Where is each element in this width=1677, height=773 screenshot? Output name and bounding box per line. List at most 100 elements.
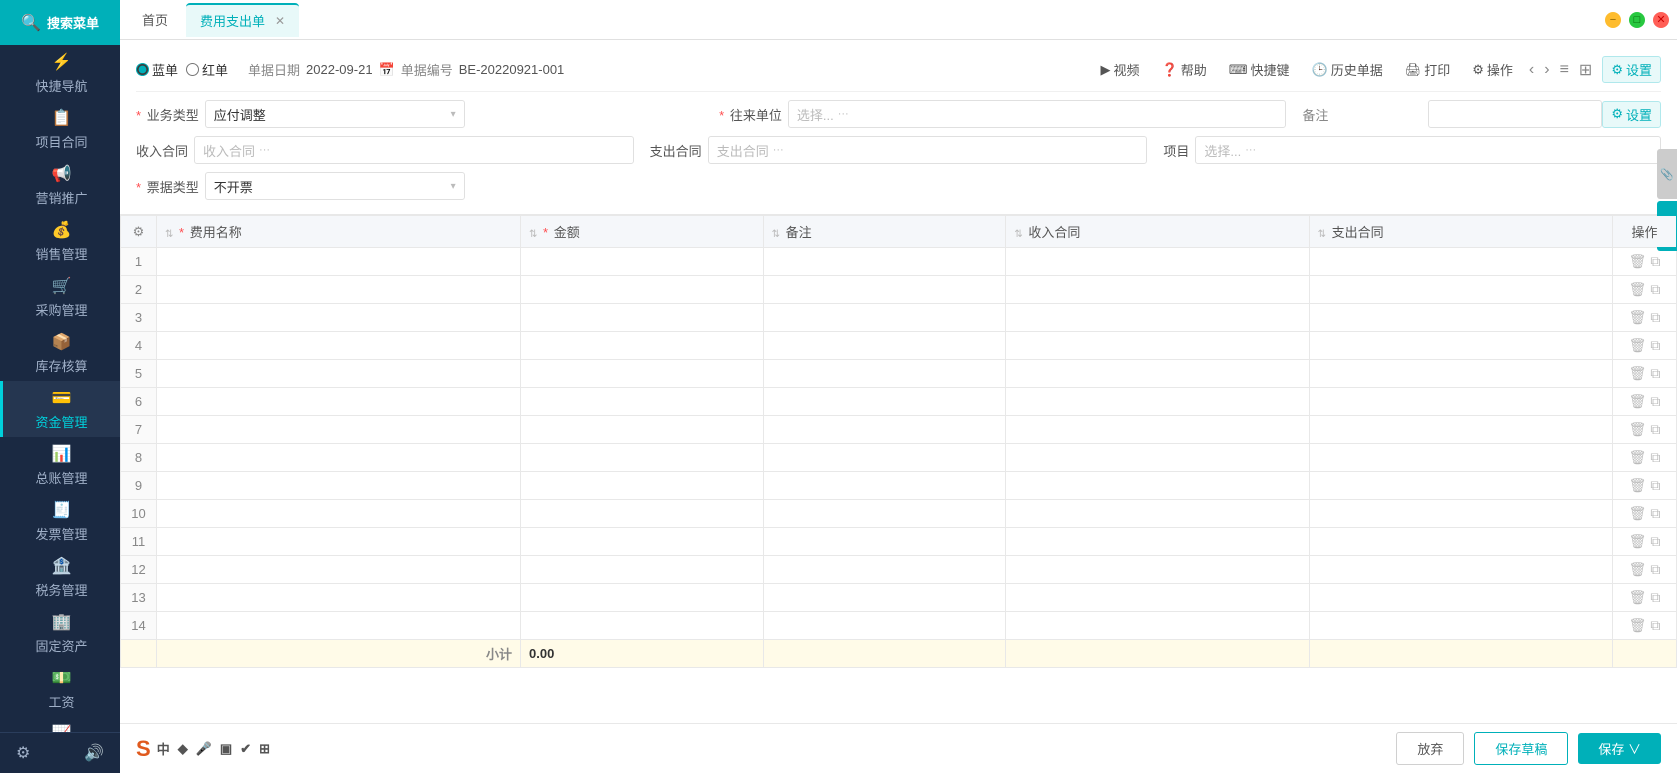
amount-column-header[interactable]: ⇅ * 金额 (521, 216, 764, 248)
delete-icon[interactable]: 🗑 (1629, 393, 1647, 410)
amount-cell[interactable] (521, 444, 764, 472)
copy-icon[interactable]: ⧉ (1650, 533, 1660, 550)
expense-name-cell[interactable] (157, 500, 521, 528)
remark-cell[interactable] (763, 416, 1006, 444)
sidebar-item-sales[interactable]: 💰 销售管理 (0, 213, 120, 269)
mic-icon[interactable]: 🎤 (196, 741, 212, 757)
income-contract-cell[interactable] (1006, 360, 1309, 388)
gear-icon[interactable]: ⚙ (133, 224, 145, 239)
remark-cell[interactable] (763, 444, 1006, 472)
income-contract-cell[interactable] (1006, 304, 1309, 332)
operation-button[interactable]: ⚙ 操作 (1466, 57, 1519, 82)
income-contract-cell[interactable] (1006, 248, 1309, 276)
history-button[interactable]: 🕒 历史单据 (1306, 57, 1389, 82)
remark-column-header[interactable]: ⇅ 备注 (763, 216, 1006, 248)
copy-icon[interactable]: ⧉ (1650, 589, 1660, 606)
expense-contract-cell[interactable] (1309, 444, 1612, 472)
diamond-icon[interactable]: ◆ (178, 741, 188, 757)
expense-contract-cell[interactable] (1309, 416, 1612, 444)
expense-name-cell[interactable] (157, 360, 521, 388)
amount-cell[interactable] (521, 388, 764, 416)
expense-contract-cell[interactable] (1309, 304, 1612, 332)
name-column-header[interactable]: ⇅ * 费用名称 (157, 216, 521, 248)
remark-cell[interactable] (763, 360, 1006, 388)
gear-column-header[interactable]: ⚙ (121, 216, 157, 248)
minimize-button[interactable]: − (1605, 12, 1621, 28)
copy-icon[interactable]: ⧉ (1650, 561, 1660, 578)
amount-cell[interactable] (521, 276, 764, 304)
counterpart-input[interactable]: 选择... ··· (788, 100, 1286, 128)
remark-cell[interactable] (763, 612, 1006, 640)
nav-next-button[interactable]: › (1544, 61, 1549, 79)
delete-icon[interactable]: 🗑 (1629, 281, 1647, 298)
delete-icon[interactable]: 🗑 (1629, 505, 1647, 522)
calendar-icon[interactable]: 📅 (379, 62, 395, 78)
copy-icon[interactable]: ⧉ (1650, 309, 1660, 326)
invoice-type-select[interactable]: 不开票 ▾ (205, 172, 465, 200)
expense-name-cell[interactable] (157, 528, 521, 556)
sidebar-item-project-contract[interactable]: 📋 项目合同 (0, 101, 120, 157)
expense-contract-cell[interactable] (1309, 332, 1612, 360)
sidebar-item-invoice[interactable]: 🧾 发票管理 (0, 493, 120, 549)
sidebar-item-tax[interactable]: 🏦 税务管理 (0, 549, 120, 605)
copy-icon[interactable]: ⧉ (1650, 337, 1660, 354)
shortcut-button[interactable]: ⌨ 快捷键 (1223, 57, 1296, 82)
income-contract-cell[interactable] (1006, 444, 1309, 472)
amount-cell[interactable] (521, 332, 764, 360)
expense-name-cell[interactable] (157, 444, 521, 472)
income-contract-cell[interactable] (1006, 416, 1309, 444)
float-attach-button[interactable]: 📎 (1657, 149, 1677, 199)
delete-icon[interactable]: 🗑 (1629, 533, 1647, 550)
income-contract-cell[interactable] (1006, 612, 1309, 640)
remark-cell[interactable] (763, 276, 1006, 304)
delete-icon[interactable]: 🗑 (1629, 477, 1647, 494)
apps-icon[interactable]: ⊞ (259, 741, 270, 757)
expense-name-cell[interactable] (157, 472, 521, 500)
remarks-input[interactable] (1428, 100, 1602, 128)
sidebar-item-operations[interactable]: 📈 经营管理 (0, 717, 120, 732)
video-button[interactable]: ▶ 视频 (1095, 57, 1146, 82)
remark-cell[interactable] (763, 528, 1006, 556)
copy-icon[interactable]: ⧉ (1650, 253, 1660, 270)
check-icon[interactable]: ✔ (240, 741, 251, 757)
tab-expense[interactable]: 费用支出单✕ (186, 3, 299, 37)
sidebar-item-salary[interactable]: 💵 工资 (0, 661, 120, 717)
amount-cell[interactable] (521, 360, 764, 388)
delete-icon[interactable]: 🗑 (1629, 449, 1647, 466)
expense-contract-cell[interactable] (1309, 612, 1612, 640)
help-button[interactable]: ❓ 帮助 (1156, 57, 1213, 82)
amount-cell[interactable] (521, 584, 764, 612)
expense-name-cell[interactable] (157, 612, 521, 640)
copy-icon[interactable]: ⧉ (1650, 281, 1660, 298)
delete-icon[interactable]: 🗑 (1629, 337, 1647, 354)
remark-cell[interactable] (763, 304, 1006, 332)
amount-cell[interactable] (521, 612, 764, 640)
sidebar-header[interactable]: 🔍 搜索菜单 (0, 0, 120, 45)
sidebar-item-fixed-assets[interactable]: 🏢 固定资产 (0, 605, 120, 661)
income-contract-cell[interactable] (1006, 472, 1309, 500)
amount-cell[interactable] (521, 472, 764, 500)
list-view-button[interactable]: ≡ (1560, 61, 1569, 79)
sidebar-item-accounting[interactable]: 📊 总账管理 (0, 437, 120, 493)
sidebar-item-quick-nav[interactable]: ⚡ 快捷导航 (0, 45, 120, 101)
abandon-button[interactable]: 放弃 (1396, 732, 1464, 765)
income-contract-cell[interactable] (1006, 388, 1309, 416)
set-right-button[interactable]: ⚙ 设置 (1602, 101, 1661, 128)
expense-contract-cell[interactable] (1309, 388, 1612, 416)
save-draft-button[interactable]: 保存草稿 (1474, 732, 1568, 765)
expense-name-cell[interactable] (157, 416, 521, 444)
amount-cell[interactable] (521, 416, 764, 444)
print-button[interactable]: 🖨 打印 (1399, 57, 1457, 82)
income-contract-cell[interactable] (1006, 584, 1309, 612)
settings-icon[interactable]: ⚙ (16, 743, 30, 763)
grid-icon[interactable]: ▣ (220, 741, 232, 757)
remark-cell[interactable] (763, 248, 1006, 276)
expense-contract-cell[interactable] (1309, 472, 1612, 500)
expense-contract-cell[interactable] (1309, 584, 1612, 612)
zhong-icon[interactable]: 中 (157, 739, 170, 758)
income-contract-column-header[interactable]: ⇅ 收入合同 (1006, 216, 1309, 248)
copy-icon[interactable]: ⧉ (1650, 421, 1660, 438)
copy-icon[interactable]: ⧉ (1650, 393, 1660, 410)
income-contract-cell[interactable] (1006, 276, 1309, 304)
expense-name-cell[interactable] (157, 248, 521, 276)
